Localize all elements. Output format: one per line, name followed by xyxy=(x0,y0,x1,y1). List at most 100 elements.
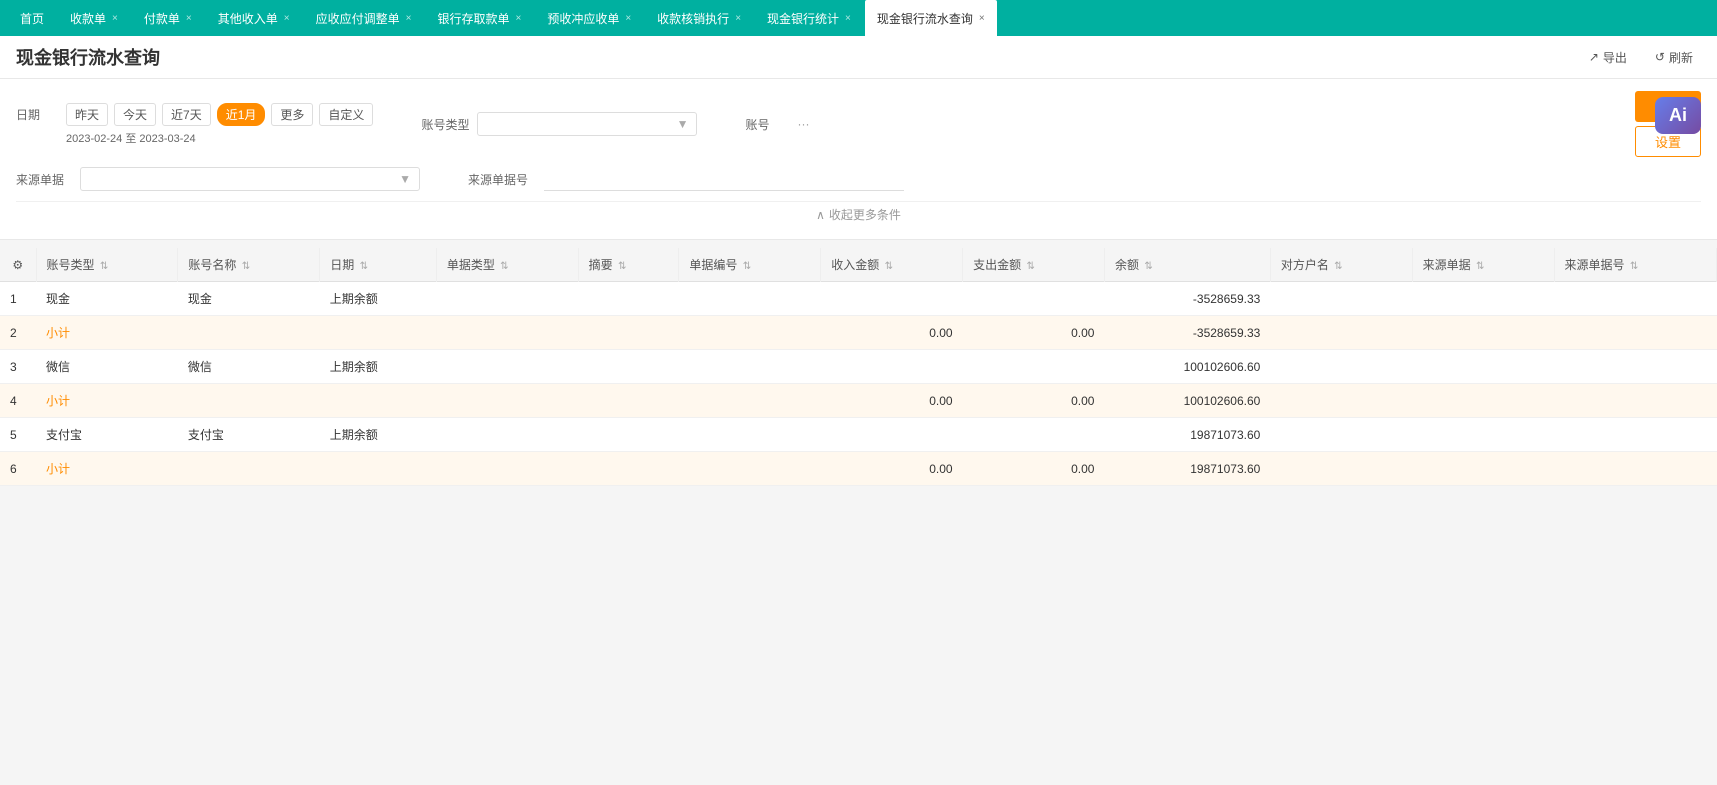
sort-icon[interactable]: ⇅ xyxy=(885,261,893,272)
table-cell xyxy=(436,282,578,316)
close-icon[interactable]: × xyxy=(186,13,192,24)
top-nav: 首页 收款单 × 付款单 × 其他收入单 × 应收应付调整单 × 银行存取款单 … xyxy=(0,0,1717,36)
table-cell xyxy=(578,418,679,452)
source-doc-no-input[interactable] xyxy=(544,168,904,191)
table-cell xyxy=(679,384,821,418)
table-cell: 微信 xyxy=(178,350,320,384)
table-cell xyxy=(578,316,679,350)
account-type-select[interactable]: ▼ xyxy=(477,112,697,136)
date-btn-today[interactable]: 今天 xyxy=(114,103,156,126)
nav-tab-0[interactable]: 收款单 × xyxy=(58,0,130,36)
close-icon[interactable]: × xyxy=(625,13,631,24)
sort-icon[interactable]: ⇅ xyxy=(100,261,108,272)
table-cell xyxy=(320,452,437,486)
table-cell: 3 xyxy=(0,350,36,384)
close-icon[interactable]: × xyxy=(112,13,118,24)
table-cell xyxy=(1554,384,1716,418)
account-label: 账号 xyxy=(745,116,785,133)
table-cell: 6 xyxy=(0,452,36,486)
table-cell: 0.00 xyxy=(821,452,963,486)
filter-row-date: 日期 昨天 今天 近7天 近1月 更多 自定义 2023-02-24 至 202… xyxy=(16,91,1701,157)
source-doc-label: 来源单据 xyxy=(16,171,64,188)
nav-tab-7[interactable]: 现金银行统计 × xyxy=(755,0,863,36)
table-cell xyxy=(578,384,679,418)
ai-badge[interactable]: Ai xyxy=(1655,97,1701,134)
close-icon[interactable]: × xyxy=(515,13,521,24)
nav-home[interactable]: 首页 xyxy=(8,0,56,36)
col-gear[interactable]: ⚙ xyxy=(0,248,36,282)
account-more-btn[interactable]: ··· xyxy=(793,113,813,135)
table-cell xyxy=(1554,316,1716,350)
sort-icon[interactable]: ⇅ xyxy=(618,261,626,272)
close-icon[interactable]: × xyxy=(735,13,741,24)
table-cell: 上期余额 xyxy=(320,418,437,452)
export-button[interactable]: ↗ 导出 xyxy=(1581,45,1635,70)
table-cell xyxy=(1412,350,1554,384)
table-cell xyxy=(178,316,320,350)
sort-icon[interactable]: ⇅ xyxy=(1026,261,1034,272)
col-doc-type: 单据类型 ⇅ xyxy=(436,248,578,282)
sort-icon[interactable]: ⇅ xyxy=(1476,261,1484,272)
table-cell xyxy=(679,418,821,452)
date-btn-1month[interactable]: 近1月 xyxy=(217,103,266,126)
collapse-bar[interactable]: ∧ 收起更多条件 xyxy=(16,201,1701,227)
table-cell xyxy=(821,282,963,316)
close-icon[interactable]: × xyxy=(284,13,290,24)
table-cell: 支付宝 xyxy=(36,418,178,452)
account-type-label: 账号类型 xyxy=(421,116,469,133)
col-date: 日期 ⇅ xyxy=(320,248,437,282)
nav-tab-5[interactable]: 预收冲应收单 × xyxy=(535,0,643,36)
filter-row-source: 来源单据 ▼ 来源单据号 xyxy=(16,167,1701,191)
refresh-icon: ↺ xyxy=(1655,50,1665,64)
col-balance: 余额 ⇅ xyxy=(1104,248,1270,282)
nav-tab-8[interactable]: 现金银行流水查询 × xyxy=(865,0,997,36)
table-cell xyxy=(320,384,437,418)
table-cell xyxy=(1554,452,1716,486)
date-btn-yesterday[interactable]: 昨天 xyxy=(66,103,108,126)
close-icon[interactable]: × xyxy=(845,13,851,24)
table-row: 4小计0.000.00100102606.60 xyxy=(0,384,1717,418)
source-doc-select[interactable]: ▼ xyxy=(80,167,420,191)
table-row: 6小计0.000.0019871073.60 xyxy=(0,452,1717,486)
chevron-down-icon: ▼ xyxy=(677,117,689,131)
col-account-type: 账号类型 ⇅ xyxy=(36,248,178,282)
table-cell: 支付宝 xyxy=(178,418,320,452)
table-cell xyxy=(1270,384,1412,418)
table-row: 3微信微信上期余额100102606.60 xyxy=(0,350,1717,384)
nav-tab-6[interactable]: 收款核销执行 × xyxy=(645,0,753,36)
table-cell xyxy=(821,350,963,384)
table-cell xyxy=(1412,384,1554,418)
sort-icon[interactable]: ⇅ xyxy=(242,261,250,272)
nav-tab-1[interactable]: 付款单 × xyxy=(132,0,204,36)
close-icon[interactable]: × xyxy=(406,13,412,24)
date-btn-7days[interactable]: 近7天 xyxy=(162,103,211,126)
sort-icon[interactable]: ⇅ xyxy=(1334,261,1342,272)
sort-icon[interactable]: ⇅ xyxy=(743,261,751,272)
table-cell xyxy=(1412,418,1554,452)
table-cell: 0.00 xyxy=(821,384,963,418)
table-cell: 小计 xyxy=(36,384,178,418)
col-expense: 支出金额 ⇅ xyxy=(963,248,1105,282)
col-account-name: 账号名称 ⇅ xyxy=(178,248,320,282)
table-cell xyxy=(178,384,320,418)
table-cell xyxy=(1270,418,1412,452)
sort-icon[interactable]: ⇅ xyxy=(1630,261,1638,272)
nav-tab-2[interactable]: 其他收入单 × xyxy=(206,0,302,36)
table-cell xyxy=(578,282,679,316)
table-cell xyxy=(1412,316,1554,350)
sort-icon[interactable]: ⇅ xyxy=(1144,261,1152,272)
date-btn-custom[interactable]: 自定义 xyxy=(319,103,373,126)
nav-tab-4[interactable]: 银行存取款单 × xyxy=(425,0,533,36)
col-doc-no: 单据编号 ⇅ xyxy=(679,248,821,282)
table-cell: 100102606.60 xyxy=(1104,350,1270,384)
page-header: 现金银行流水查询 ↗ 导出 ↺ 刷新 xyxy=(0,36,1717,79)
sort-icon[interactable]: ⇅ xyxy=(500,261,508,272)
sort-icon[interactable]: ⇅ xyxy=(360,261,368,272)
nav-tab-3[interactable]: 应收应付调整单 × xyxy=(304,0,424,36)
table-cell xyxy=(436,384,578,418)
table-cell: 0.00 xyxy=(963,316,1105,350)
date-btn-more[interactable]: 更多 xyxy=(271,103,313,126)
table-cell xyxy=(679,282,821,316)
refresh-button[interactable]: ↺ 刷新 xyxy=(1647,45,1701,70)
close-icon[interactable]: × xyxy=(979,13,985,24)
